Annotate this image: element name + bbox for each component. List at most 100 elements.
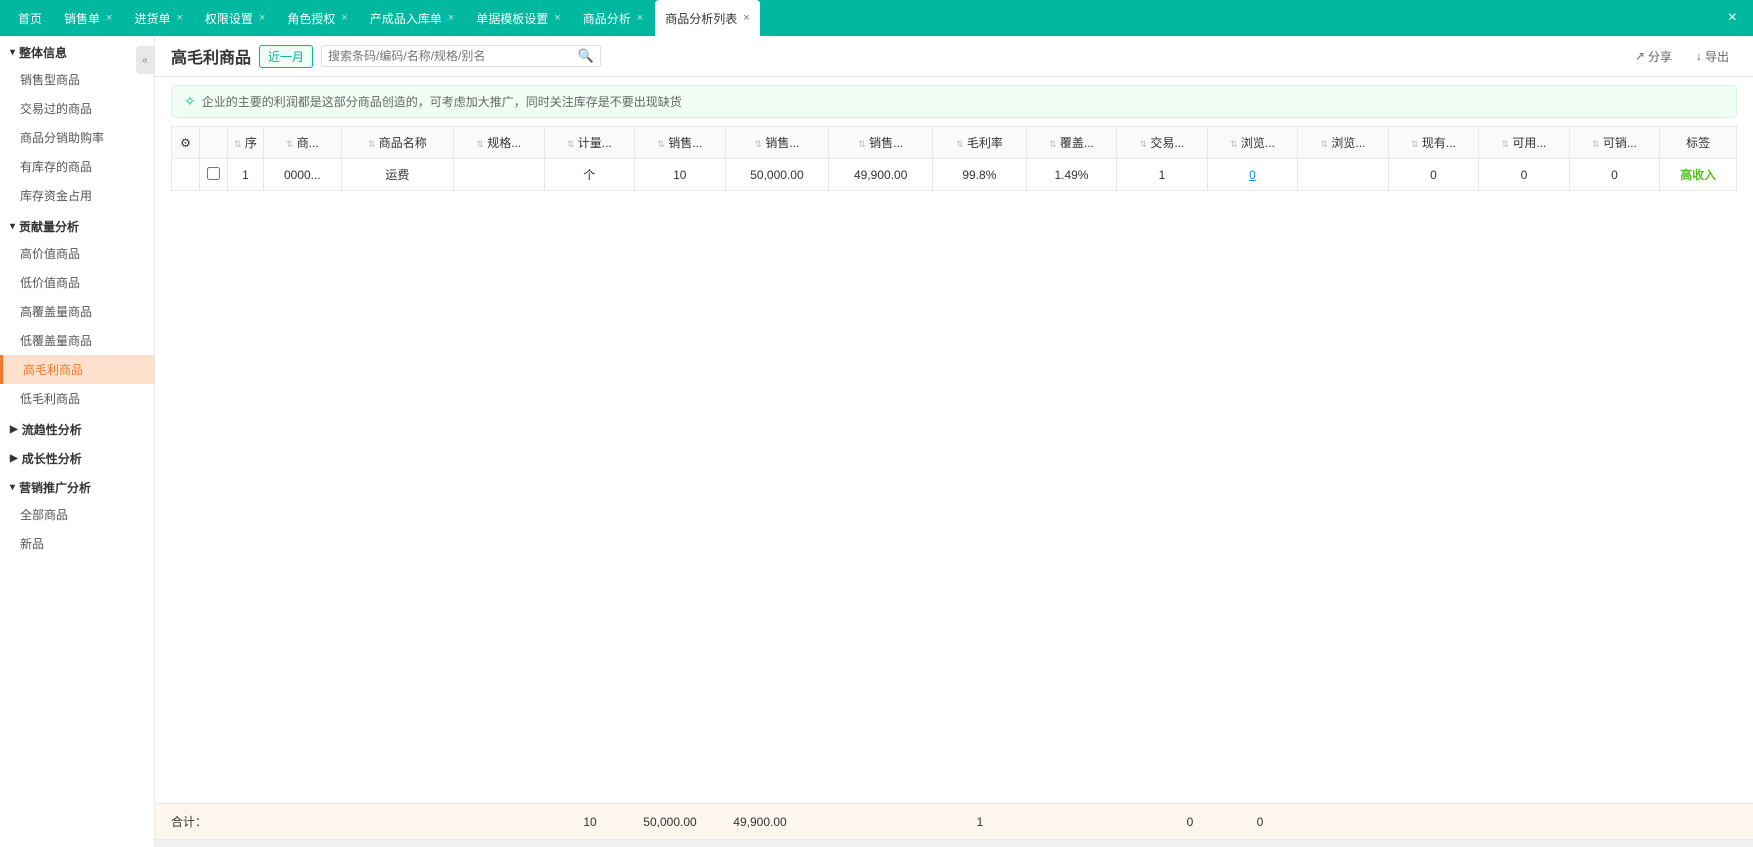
sidebar-item-high-coverage[interactable]: 高覆盖量商品 (0, 297, 154, 326)
tab-template[interactable]: 单据模板设置 × (466, 0, 570, 36)
cell-num: 1 (228, 159, 264, 191)
col-browse2[interactable]: ⇅ 浏览... (1298, 127, 1389, 159)
col-sales-cost[interactable]: ⇅ 销售... (829, 127, 933, 159)
col-sales-qty[interactable]: ⇅ 销售... (635, 127, 726, 159)
sidebar-item-sales-products[interactable]: 销售型商品 (0, 65, 154, 94)
col-available[interactable]: ⇅ 可用... (1479, 127, 1570, 159)
col-tag: 标签 (1660, 127, 1737, 159)
cell-browse2 (1298, 159, 1389, 191)
col-gross-margin[interactable]: ⇅ 毛利率 (933, 127, 1027, 159)
search-box: 🔍 (321, 45, 601, 67)
sidebar-item-high-value[interactable]: 高价值商品 (0, 239, 154, 268)
close-purchase-order[interactable]: × (176, 12, 182, 24)
col-num: ⇅ 序 (228, 127, 264, 159)
col-sku-code[interactable]: ⇅ 商... (264, 127, 342, 159)
cell-browse1[interactable]: 0 (1207, 159, 1298, 191)
info-icon: ✧ (184, 93, 196, 110)
col-trade[interactable]: ⇅ 交易... (1117, 127, 1208, 159)
col-coverage[interactable]: ⇅ 覆盖... (1026, 127, 1117, 159)
table-header-row: ⚙ ⇅ 序 ⇅ 商... ⇅ 商品名称 ⇅ 规格... ⇅ 计量... ⇅ 销售… (172, 127, 1737, 159)
footer-current-stock: 0 (1155, 815, 1225, 829)
info-banner: ✧ 企业的主要的利润都是这部分商品创造的，可考虑加大推广，同时关注库存是不要出现… (171, 85, 1737, 118)
footer-available: 0 (1225, 815, 1295, 829)
col-settings[interactable]: ⚙ (172, 127, 200, 159)
cell-tag: 高收入 (1660, 159, 1737, 191)
col-checkbox (200, 127, 228, 159)
sidebar-item-high-margin[interactable]: 高毛利商品 (0, 355, 154, 384)
table-row[interactable]: 1 0000... 运费 个 10 50,000.00 49,900.00 99… (172, 159, 1737, 191)
sidebar-item-in-stock[interactable]: 有库存的商品 (0, 152, 154, 181)
search-icon[interactable]: 🔍 (578, 48, 594, 64)
col-unit[interactable]: ⇅ 计量... (544, 127, 635, 159)
cell-product-name: 运费 (341, 159, 453, 191)
tab-permissions[interactable]: 权限设置 × (195, 0, 275, 36)
close-warehouse[interactable]: × (448, 12, 454, 24)
cell-trade: 1 (1117, 159, 1208, 191)
sidebar-group-growth[interactable]: ▶ 成长性分析 (0, 442, 154, 471)
col-saleable[interactable]: ⇅ 可销... (1569, 127, 1660, 159)
tab-home[interactable]: 首页 (8, 0, 52, 36)
table-container: ⚙ ⇅ 序 ⇅ 商... ⇅ 商品名称 ⇅ 规格... ⇅ 计量... ⇅ 销售… (155, 126, 1753, 803)
footer-trade: 1 (945, 815, 1015, 829)
close-sales-order[interactable]: × (106, 12, 112, 24)
sidebar-item-all-products[interactable]: 全部商品 (0, 500, 154, 529)
tab-purchase-order[interactable]: 进货单 × (124, 0, 192, 36)
page-title: 高毛利商品 (171, 44, 251, 68)
export-icon: ↓ (1696, 49, 1702, 63)
sidebar-item-low-margin[interactable]: 低毛利商品 (0, 384, 154, 413)
share-button[interactable]: ↗ 分享 (1627, 45, 1680, 68)
footer-label: 合计： (171, 813, 251, 830)
close-all-button[interactable]: × (1720, 9, 1745, 27)
sidebar-item-low-coverage[interactable]: 低覆盖量商品 (0, 326, 154, 355)
data-table: ⚙ ⇅ 序 ⇅ 商... ⇅ 商品名称 ⇅ 规格... ⇅ 计量... ⇅ 销售… (171, 126, 1737, 191)
col-current-stock[interactable]: ⇅ 现有... (1388, 127, 1479, 159)
tab-roles[interactable]: 角色授权 × (277, 0, 357, 36)
sidebar-group-marketing[interactable]: ▾ 营销推广分析 (0, 471, 154, 500)
search-input[interactable] (328, 49, 578, 63)
content-area: 高毛利商品 近一月 🔍 ↗ 分享 ↓ 导出 ✧ 企业的主要的利润都是这部分商品创… (155, 36, 1753, 847)
col-spec[interactable]: ⇅ 规格... (454, 127, 545, 159)
filter-last-month-button[interactable]: 近一月 (259, 45, 313, 68)
share-icon: ↗ (1635, 49, 1645, 63)
sidebar-item-capital-occupation[interactable]: 库存资金占用 (0, 181, 154, 210)
cell-checkbox[interactable] (200, 159, 228, 191)
sidebar-collapse-button[interactable]: « (136, 46, 154, 74)
sidebar-item-low-value[interactable]: 低价值商品 (0, 268, 154, 297)
sidebar-item-new-products[interactable]: 新品 (0, 529, 154, 558)
col-sales-amount[interactable]: ⇅ 销售... (725, 127, 829, 159)
footer-totals: 合计： 10 50,000.00 49,900.00 1 0 0 (155, 803, 1753, 839)
tab-product-analysis-list[interactable]: 商品分析列表 × (655, 0, 759, 36)
close-roles[interactable]: × (341, 12, 347, 24)
sidebar-item-traded-products[interactable]: 交易过的商品 (0, 94, 154, 123)
footer-sales-amount: 50,000.00 (625, 815, 715, 829)
sidebar-group-contribution[interactable]: ▾ 贡献量分析 (0, 210, 154, 239)
cell-unit: 个 (544, 159, 635, 191)
cell-available: 0 (1479, 159, 1570, 191)
tab-sales-order[interactable]: 销售单 × (54, 0, 122, 36)
export-button[interactable]: ↓ 导出 (1688, 45, 1737, 68)
close-permissions[interactable]: × (259, 12, 265, 24)
cell-coverage: 1.49% (1026, 159, 1117, 191)
cell-sales-cost: 49,900.00 (829, 159, 933, 191)
arrow-marketing-icon: ▾ (10, 482, 15, 493)
col-product-name[interactable]: ⇅ 商品名称 (341, 127, 453, 159)
tab-product-analysis[interactable]: 商品分析 × (573, 0, 653, 36)
info-text: 企业的主要的利润都是这部分商品创造的，可考虑加大推广，同时关注库存是不要出现缺货 (202, 93, 682, 110)
sidebar-group-trend[interactable]: ▶ 流趋性分析 (0, 413, 154, 442)
close-template[interactable]: × (554, 12, 560, 24)
close-product-analysis-list[interactable]: × (743, 12, 749, 24)
main-layout: « ▾ 整体信息 销售型商品 交易过的商品 商品分销助购率 有库存的商品 库存资… (0, 36, 1753, 847)
sidebar-group-overall[interactable]: ▾ 整体信息 (0, 36, 154, 65)
arrow-growth-icon: ▶ (10, 453, 18, 464)
arrow-overall-icon: ▾ (10, 47, 15, 58)
cell-sku-code: 0000... (264, 159, 342, 191)
sidebar-item-distribution-rate[interactable]: 商品分销助购率 (0, 123, 154, 152)
cell-current-stock: 0 (1388, 159, 1479, 191)
topbar: 首页 销售单 × 进货单 × 权限设置 × 角色授权 × 产成品入库单 × 单据… (0, 0, 1753, 36)
close-product-analysis[interactable]: × (637, 12, 643, 24)
cell-settings (172, 159, 200, 191)
col-browse1[interactable]: ⇅ 浏览... (1207, 127, 1298, 159)
footer-sales-cost: 49,900.00 (715, 815, 805, 829)
tab-warehouse[interactable]: 产成品入库单 × (360, 0, 464, 36)
bottom-scrollbar[interactable] (155, 839, 1753, 847)
